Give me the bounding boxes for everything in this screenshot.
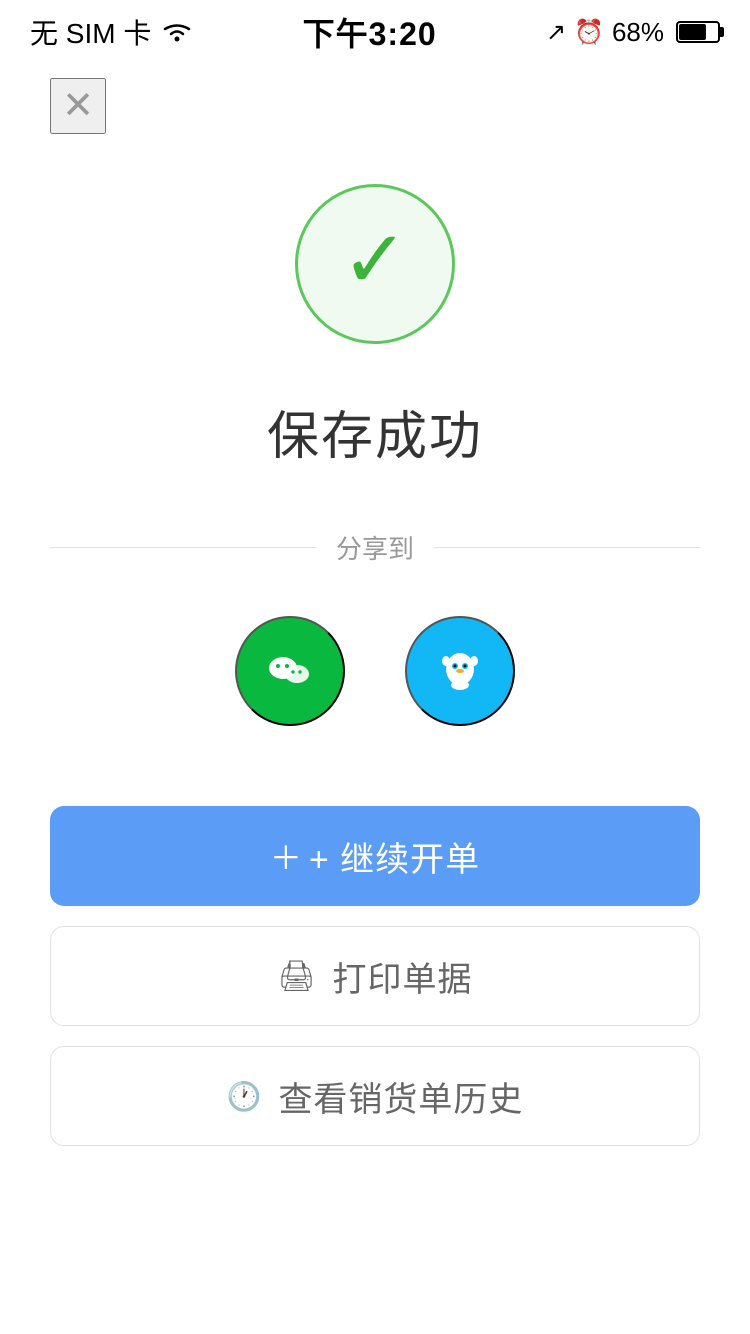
wechat-share-button[interactable]: [235, 616, 345, 726]
battery-icon: [676, 21, 720, 43]
checkmark-icon: ✓: [341, 220, 408, 300]
action-buttons: ＋ + 继续开单 🖨 打印单据 🕐 查看销货单历史: [50, 806, 700, 1146]
history-icon: 🕐: [227, 1080, 263, 1113]
battery-text: 68%: [612, 17, 664, 48]
wifi-icon: [161, 21, 193, 43]
status-right: ↗ ⏰ 68%: [546, 17, 720, 48]
close-icon: ✕: [62, 87, 94, 125]
qq-icon: [430, 641, 490, 701]
main-content: ✓ 保存成功 分享到: [0, 64, 750, 1146]
carrier-text: 无 SIM 卡: [30, 12, 151, 52]
divider-left: [50, 547, 316, 548]
continue-label: + 继续开单: [309, 832, 480, 881]
share-icons: [235, 616, 515, 726]
print-button[interactable]: 🖨 打印单据: [50, 926, 700, 1026]
location-icon: ↗: [546, 18, 566, 47]
print-icon: 🖨: [277, 959, 316, 994]
status-bar: 无 SIM 卡 下午3:20 ↗ ⏰ 68%: [0, 0, 750, 64]
status-left: 无 SIM 卡: [30, 12, 193, 52]
print-label: 打印单据: [333, 952, 473, 1001]
continue-order-button[interactable]: ＋ + 继续开单: [50, 806, 700, 906]
status-time: 下午3:20: [303, 9, 437, 55]
share-label: 分享到: [336, 529, 414, 566]
alarm-icon: ⏰: [574, 18, 604, 47]
success-title: 保存成功: [267, 394, 483, 469]
divider-right: [434, 547, 700, 548]
wechat-icon: [260, 641, 320, 701]
history-label: 查看销货单历史: [278, 1072, 523, 1121]
success-circle: ✓: [295, 184, 455, 344]
history-button[interactable]: 🕐 查看销货单历史: [50, 1046, 700, 1146]
close-button[interactable]: ✕: [50, 78, 106, 134]
qq-share-button[interactable]: [405, 616, 515, 726]
share-divider: 分享到: [50, 529, 700, 566]
continue-icon: ＋: [270, 833, 303, 879]
